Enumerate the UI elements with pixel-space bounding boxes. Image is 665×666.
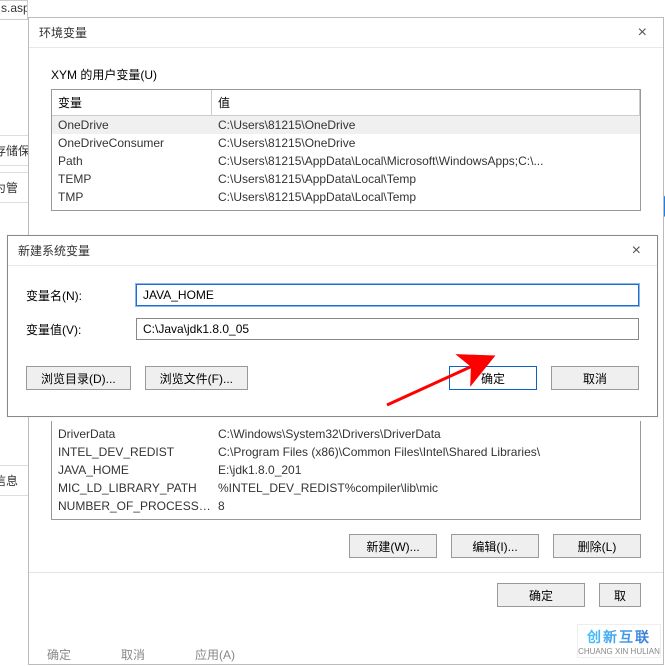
col-value[interactable]: 值 xyxy=(212,90,640,115)
cell-var: Path xyxy=(58,154,218,168)
cell-val: C:\Users\81215\AppData\Local\Microsoft\W… xyxy=(218,154,634,168)
env-dialog-buttons: 确定 取 xyxy=(51,583,641,607)
cell-val: E:\jdk1.8.0_201 xyxy=(218,463,634,477)
bg-footer-fragment: 确定 取消 应用(A) xyxy=(0,646,235,666)
cell-var: NUMBER_OF_PROCESSORS xyxy=(58,499,218,513)
table-row[interactable]: MIC_LD_LIBRARY_PATH%INTEL_DEV_REDIST%com… xyxy=(52,479,640,497)
close-icon[interactable]: × xyxy=(632,24,653,42)
system-vars-buttons: 新建(W)... 编辑(I)... 删除(L) xyxy=(51,534,641,558)
cell-val: %INTEL_DEV_REDIST%compiler\lib\mic xyxy=(218,481,634,495)
cell-var: TMP xyxy=(58,190,218,204)
table-row[interactable]: TMPC:\Users\81215\AppData\Local\Temp xyxy=(52,188,640,206)
cell-val: C:\Program Files (x86)\Common Files\Inte… xyxy=(218,445,634,459)
watermark: 创新互联 CHUANG XIN HULIAN xyxy=(577,624,661,658)
var-value-input[interactable] xyxy=(136,318,639,340)
table-row[interactable]: JAVA_HOMEE:\jdk1.8.0_201 xyxy=(52,461,640,479)
table-row[interactable]: OneDriveConsumerC:\Users\81215\OneDrive xyxy=(52,134,640,152)
system-vars-table[interactable]: DriverDataC:\Windows\System32\Drivers\Dr… xyxy=(51,421,641,520)
var-value-row: 变量值(V): xyxy=(26,318,639,340)
cell-val: 8 xyxy=(218,499,634,513)
edit-button[interactable]: 编辑(I)... xyxy=(451,534,539,558)
table-row[interactable]: OneDriveC:\Users\81215\OneDrive xyxy=(52,116,640,134)
cell-val: C:\Users\81215\AppData\Local\Temp xyxy=(218,172,634,186)
var-name-row: 变量名(N): xyxy=(26,284,639,306)
env-ok-button[interactable]: 确定 xyxy=(497,583,585,607)
new-button[interactable]: 新建(W)... xyxy=(349,534,437,558)
foot-cancel: 取消 xyxy=(121,646,145,666)
cell-val: C:\Users\81215\OneDrive xyxy=(218,136,634,150)
cell-var: DriverData xyxy=(58,427,218,441)
table-row[interactable]: NUMBER_OF_PROCESSORS8 xyxy=(52,497,640,515)
new-system-variable-dialog: 新建系统变量 × 变量名(N): 变量值(V): 浏览目录(D)... 浏览文件… xyxy=(7,235,658,417)
env-title: 环境变量 xyxy=(39,24,87,41)
bg-left-fragments: 存储保 为管 xyxy=(0,135,30,209)
foot-ok: 确定 xyxy=(47,646,71,666)
bg-fragment-asp: s.asp xyxy=(0,0,28,20)
user-vars-label: XYM 的用户变量(U) xyxy=(51,66,663,83)
new-var-titlebar: 新建系统变量 × xyxy=(8,236,657,266)
table-row[interactable]: PathC:\Users\81215\AppData\Local\Microso… xyxy=(52,152,640,170)
delete-button[interactable]: 删除(L) xyxy=(553,534,641,558)
table-row[interactable]: INTEL_DEV_REDISTC:\Program Files (x86)\C… xyxy=(52,443,640,461)
var-name-input[interactable] xyxy=(136,284,639,306)
cell-var: OneDriveConsumer xyxy=(58,136,218,150)
foot-apply: 应用(A) xyxy=(195,646,235,666)
cell-val: C:\Windows\System32\Drivers\DriverData xyxy=(218,427,634,441)
new-var-body: 变量名(N): 变量值(V): xyxy=(8,266,657,366)
cell-var: MIC_LD_LIBRARY_PATH xyxy=(58,481,218,495)
cell-val: C:\Users\81215\AppData\Local\Temp xyxy=(218,190,634,204)
system-vars-body: DriverDataC:\Windows\System32\Drivers\Dr… xyxy=(52,421,640,515)
cell-var: OneDrive xyxy=(58,118,218,132)
table-row[interactable]: TEMPC:\Users\81215\AppData\Local\Temp xyxy=(52,170,640,188)
cell-var: JAVA_HOME xyxy=(58,463,218,477)
cell-val: C:\Users\81215\OneDrive xyxy=(218,118,634,132)
new-var-title: 新建系统变量 xyxy=(18,242,90,259)
new-var-ok-button[interactable]: 确定 xyxy=(449,366,537,390)
var-value-label: 变量值(V): xyxy=(26,321,136,338)
watermark-sub: CHUANG XIN HULIAN xyxy=(578,647,660,656)
browse-file-button[interactable]: 浏览文件(F)... xyxy=(145,366,248,390)
table-row[interactable]: DriverDataC:\Windows\System32\Drivers\Dr… xyxy=(52,425,640,443)
env-titlebar: 环境变量 × xyxy=(29,18,663,48)
new-var-buttons: 浏览目录(D)... 浏览文件(F)... 确定 取消 xyxy=(8,366,657,404)
cell-var: INTEL_DEV_REDIST xyxy=(58,445,218,459)
user-vars-table[interactable]: 变量 值 OneDriveC:\Users\81215\OneDriveOneD… xyxy=(51,89,641,211)
cell-var: TEMP xyxy=(58,172,218,186)
browse-dir-button[interactable]: 浏览目录(D)... xyxy=(26,366,131,390)
env-cancel-button[interactable]: 取 xyxy=(599,583,641,607)
var-name-label: 变量名(N): xyxy=(26,287,136,304)
new-var-cancel-button[interactable]: 取消 xyxy=(551,366,639,390)
close-icon[interactable]: × xyxy=(626,242,647,260)
watermark-logo: 创新互联 xyxy=(587,627,651,647)
table-header: 变量 值 xyxy=(52,90,640,116)
col-variable[interactable]: 变量 xyxy=(52,90,212,115)
user-vars-body: OneDriveC:\Users\81215\OneDriveOneDriveC… xyxy=(52,116,640,206)
